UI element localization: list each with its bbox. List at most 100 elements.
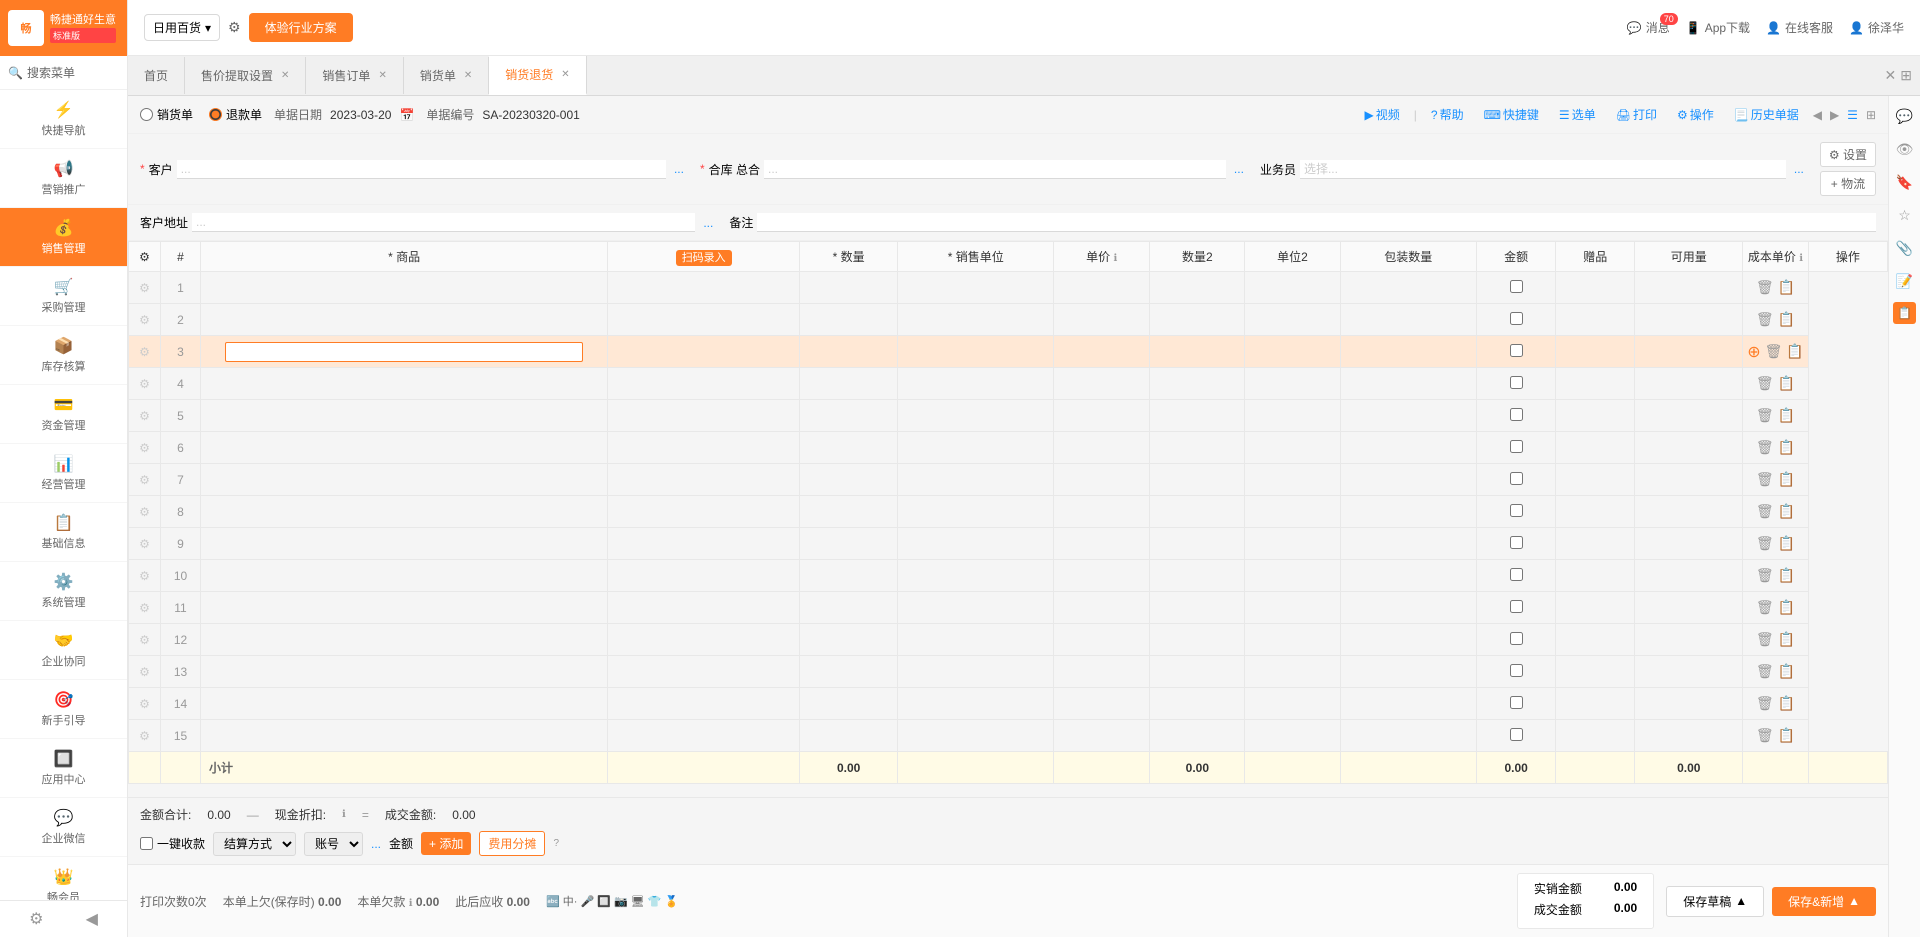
row-qty[interactable] — [608, 368, 800, 400]
copy-row-icon[interactable]: 📋 — [1778, 599, 1795, 616]
row-pack-qty[interactable] — [1245, 304, 1340, 336]
row-amount[interactable] — [1340, 592, 1477, 624]
copy-row-icon[interactable]: 📋 — [1778, 311, 1795, 328]
row-pack-qty[interactable] — [1245, 592, 1340, 624]
row-product[interactable] — [201, 368, 608, 400]
row-available[interactable] — [1556, 528, 1635, 560]
gift-checkbox[interactable] — [1510, 664, 1523, 677]
delete-row-icon[interactable]: 🗑 — [1756, 407, 1774, 424]
row-price[interactable] — [898, 304, 1054, 336]
row-cost[interactable] — [1635, 400, 1743, 432]
row-product[interactable] — [201, 432, 608, 464]
gift-checkbox[interactable] — [1510, 696, 1523, 709]
copy-row-icon[interactable]: 📋 — [1786, 343, 1803, 360]
row-gear[interactable]: ⚙ — [129, 272, 161, 304]
row-gear[interactable]: ⚙ — [129, 528, 161, 560]
row-price[interactable] — [898, 688, 1054, 720]
row-available[interactable] — [1556, 336, 1635, 368]
row-unit2[interactable] — [1150, 304, 1245, 336]
row-pack-qty[interactable] — [1245, 560, 1340, 592]
row-price[interactable] — [898, 400, 1054, 432]
radio-return[interactable]: 退款单 — [209, 106, 262, 123]
row-product[interactable] — [201, 624, 608, 656]
row-qty[interactable] — [608, 624, 800, 656]
add-row-icon[interactable]: ⊕ — [1747, 342, 1760, 362]
delete-row-icon[interactable]: 🗑 — [1756, 567, 1774, 584]
shipping-btn[interactable]: + 物流 — [1820, 171, 1876, 196]
row-product[interactable] — [201, 400, 608, 432]
delete-row-icon[interactable]: 🗑 — [1756, 631, 1774, 648]
delete-row-icon[interactable]: 🗑 — [1756, 471, 1774, 488]
row-qty2[interactable] — [1054, 592, 1150, 624]
row-unit[interactable] — [800, 272, 898, 304]
row-product[interactable] — [201, 720, 608, 752]
row-qty2[interactable] — [1054, 432, 1150, 464]
sidebar-item-inventory[interactable]: 📦 库存核算 — [0, 326, 127, 385]
row-product[interactable] — [201, 656, 608, 688]
list-view-icon[interactable]: ☰ — [1847, 108, 1858, 122]
row-product[interactable] — [201, 464, 608, 496]
row-gift[interactable] — [1477, 656, 1556, 688]
row-price[interactable] — [898, 560, 1054, 592]
account-no-select[interactable]: 账号 — [304, 832, 363, 856]
tab-close-icon[interactable]: ✕ — [561, 69, 569, 80]
customer-input[interactable] — [177, 160, 666, 179]
row-pack-qty[interactable] — [1245, 400, 1340, 432]
row-pack-qty[interactable] — [1245, 432, 1340, 464]
row-available[interactable] — [1556, 688, 1635, 720]
row-qty2[interactable] — [1054, 496, 1150, 528]
delete-row-icon[interactable]: 🗑 — [1756, 535, 1774, 552]
row-product[interactable] — [201, 688, 608, 720]
toolbar-shortcut-btn[interactable]: ⌨ 快捷键 — [1478, 104, 1545, 125]
gift-checkbox[interactable] — [1510, 536, 1523, 549]
copy-row-icon[interactable]: 📋 — [1778, 567, 1795, 584]
row-price[interactable] — [898, 528, 1054, 560]
delete-row-icon[interactable]: 🗑 — [1756, 695, 1774, 712]
row-qty[interactable] — [608, 592, 800, 624]
one-key-collect-input[interactable] — [140, 837, 153, 850]
row-available[interactable] — [1556, 368, 1635, 400]
row-qty2[interactable] — [1054, 368, 1150, 400]
row-cost[interactable] — [1635, 368, 1743, 400]
row-unit[interactable] — [800, 496, 898, 528]
collapse-icon[interactable]: ◀ — [86, 909, 98, 929]
warehouse-select-btn[interactable]: ... — [1234, 162, 1244, 176]
row-available[interactable] — [1556, 656, 1635, 688]
row-unit[interactable] — [800, 304, 898, 336]
right-tool-note[interactable]: 📝 — [1893, 269, 1916, 294]
row-cost[interactable] — [1635, 432, 1743, 464]
row-pack-qty[interactable] — [1245, 496, 1340, 528]
row-price[interactable] — [898, 432, 1054, 464]
row-product[interactable] — [201, 592, 608, 624]
row-qty[interactable] — [608, 656, 800, 688]
row-available[interactable] — [1556, 304, 1635, 336]
row-gift[interactable] — [1477, 560, 1556, 592]
right-tool-clip[interactable]: 📎 — [1893, 236, 1916, 261]
row-amount[interactable] — [1340, 720, 1477, 752]
row-product[interactable] — [201, 560, 608, 592]
row-gift[interactable] — [1477, 528, 1556, 560]
calendar-icon[interactable]: 📅 — [399, 108, 414, 122]
row-qty2[interactable] — [1054, 560, 1150, 592]
copy-row-icon[interactable]: 📋 — [1778, 279, 1795, 296]
expense-btn[interactable]: 费用分摊 — [479, 831, 545, 856]
row-cost[interactable] — [1635, 272, 1743, 304]
row-qty2[interactable] — [1054, 528, 1150, 560]
row-unit[interactable] — [800, 400, 898, 432]
row-unit[interactable] — [800, 528, 898, 560]
row-pack-qty[interactable] — [1245, 624, 1340, 656]
copy-row-icon[interactable]: 📋 — [1778, 407, 1795, 424]
customer-select-btn[interactable]: ... — [674, 162, 684, 176]
row-cost[interactable] — [1635, 688, 1743, 720]
row-price[interactable] — [898, 624, 1054, 656]
row-gear[interactable]: ⚙ — [129, 464, 161, 496]
row-qty[interactable] — [608, 304, 800, 336]
search-menu[interactable]: 🔍 搜索菜单 — [0, 56, 127, 90]
row-unit[interactable] — [800, 464, 898, 496]
row-qty[interactable] — [608, 688, 800, 720]
row-gear[interactable]: ⚙ — [129, 496, 161, 528]
row-cost[interactable] — [1635, 592, 1743, 624]
row-gear[interactable]: ⚙ — [129, 304, 161, 336]
account-ellipsis-btn[interactable]: ... — [371, 837, 381, 851]
sidebar-item-enterprise[interactable]: 🤝 企业协同 — [0, 621, 127, 680]
